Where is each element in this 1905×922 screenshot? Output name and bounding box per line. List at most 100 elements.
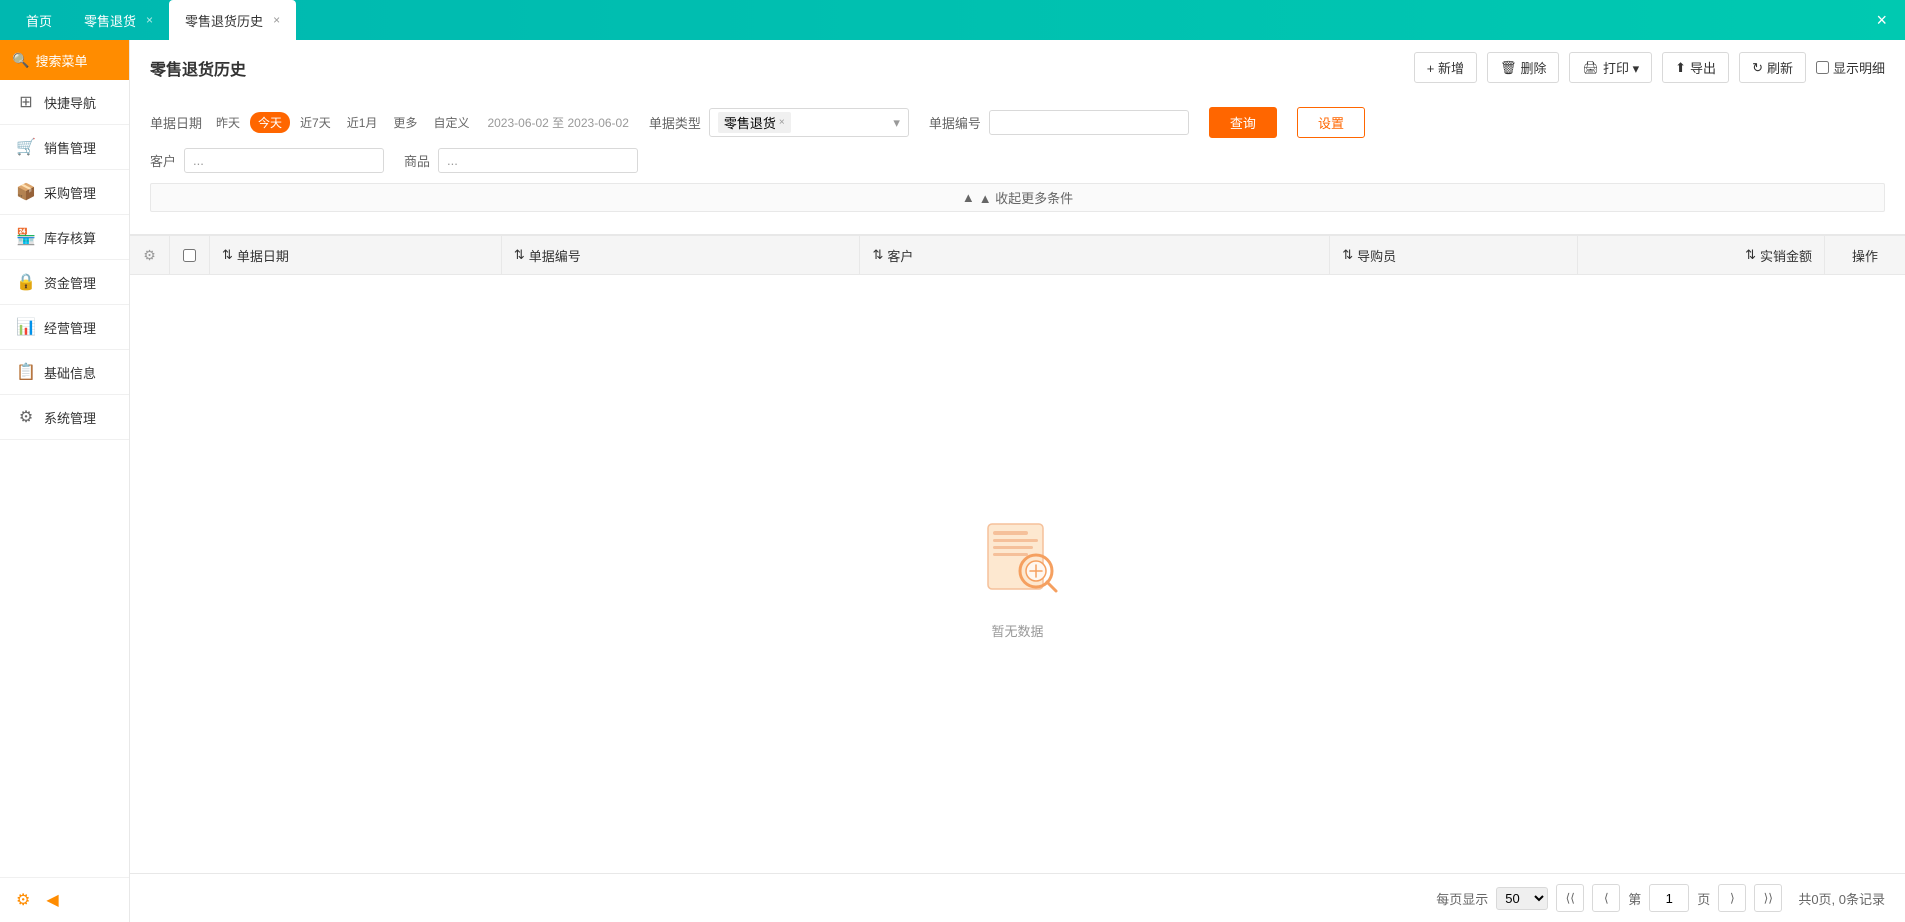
- window-close-icon[interactable]: ×: [1868, 10, 1895, 31]
- type-dropdown-icon[interactable]: ▾: [893, 115, 900, 131]
- page-word-suffix: 页: [1697, 889, 1710, 908]
- tab-retail-return-close[interactable]: ×: [146, 13, 153, 27]
- tab-home-label: 首页: [26, 11, 52, 30]
- sort-date-icon[interactable]: ⇅: [222, 247, 233, 263]
- collapse-label: ▲ 收起更多条件: [979, 188, 1073, 207]
- page-title: 零售退货历史: [150, 56, 246, 80]
- page-prev-button[interactable]: ⟨: [1592, 884, 1620, 912]
- system-icon: ⚙: [16, 407, 36, 427]
- num-filter-label: 单据编号: [929, 113, 981, 132]
- page-summary: 共0页, 0条记录: [1798, 889, 1885, 908]
- th-check: [170, 236, 210, 274]
- sort-amount-icon[interactable]: ⇅: [1745, 247, 1756, 263]
- filter-row-2: 客户 ... 商品 ...: [150, 148, 1885, 173]
- collapse-icon: ▲: [962, 190, 975, 205]
- th-guide: ⇅ 导购员: [1330, 236, 1577, 274]
- inventory-label: 库存核算: [44, 228, 96, 247]
- collapse-row: ▲ ▲ 收起更多条件: [150, 183, 1885, 212]
- th-settings: ⚙: [130, 236, 170, 274]
- goods-filter-input[interactable]: ...: [438, 148, 638, 173]
- sidebar-item-system[interactable]: ⚙ 系统管理: [0, 395, 129, 440]
- page-first-button[interactable]: ⟨⟨: [1556, 884, 1584, 912]
- tab-retail-return-history[interactable]: 零售退货历史 ×: [169, 0, 296, 40]
- basic-label: 基础信息: [44, 363, 96, 382]
- display-checkbox[interactable]: [1816, 61, 1829, 74]
- th-customer: ⇅ 客户: [860, 236, 1330, 274]
- sort-num-icon[interactable]: ⇅: [514, 247, 525, 263]
- purchase-icon: 📦: [16, 182, 36, 202]
- display-toggle[interactable]: 显示明细: [1816, 58, 1885, 77]
- content-area: 零售退货历史 + 新增 🗑 删除 🖨 打印 ▾ ⬆: [130, 40, 1905, 922]
- refresh-icon: ↻: [1752, 60, 1763, 76]
- table-header: ⚙ ⇅ 单据日期 ⇅ 单据编号 ⇅ 客户 ⇅: [130, 235, 1905, 275]
- th-amount: ⇅ 实销金额: [1578, 236, 1825, 274]
- date-opt-7days[interactable]: 近7天: [294, 112, 337, 133]
- sidebar-item-inventory[interactable]: 🏪 库存核算: [0, 215, 129, 260]
- delete-button[interactable]: 🗑 删除: [1487, 52, 1560, 83]
- search-bar[interactable]: 🔍 搜索菜单: [0, 40, 129, 80]
- settings-bottom-icon[interactable]: ⚙: [16, 890, 30, 910]
- date-opt-today[interactable]: 今天: [250, 112, 290, 133]
- sidebar-item-operation[interactable]: 📊 经营管理: [0, 305, 129, 350]
- sort-guide-icon[interactable]: ⇅: [1342, 247, 1353, 263]
- filter-area: 单据日期 昨天 今天 近7天 近1月 更多 自定义 2023-06-02 至 2…: [150, 95, 1885, 234]
- page-last-button[interactable]: ⟩⟩: [1754, 884, 1782, 912]
- empty-illustration: [968, 509, 1068, 609]
- collapse-button[interactable]: ▲ ▲ 收起更多条件: [150, 183, 1885, 212]
- th-guide-label: 导购员: [1357, 246, 1396, 265]
- tab-retail-return[interactable]: 零售退货 ×: [68, 0, 169, 40]
- type-tag-close[interactable]: ×: [779, 117, 785, 128]
- date-opt-custom[interactable]: 自定义: [427, 112, 475, 133]
- tab-home[interactable]: 首页: [10, 0, 68, 40]
- basic-icon: 📋: [16, 362, 36, 382]
- collapse-sidebar-icon[interactable]: ◀: [46, 890, 58, 910]
- tab-retail-return-history-close[interactable]: ×: [273, 13, 280, 27]
- date-opt-1month[interactable]: 近1月: [341, 112, 384, 133]
- customer-filter-input[interactable]: ...: [184, 148, 384, 173]
- sidebar-item-finance[interactable]: 🔒 资金管理: [0, 260, 129, 305]
- page-title-row: 零售退货历史 + 新增 🗑 删除 🖨 打印 ▾ ⬆: [150, 52, 1885, 83]
- tab-retail-return-label: 零售退货: [84, 11, 136, 30]
- customer-filter-label: 客户: [150, 151, 176, 170]
- date-opt-yesterday[interactable]: 昨天: [210, 112, 246, 133]
- page-header: 零售退货历史 + 新增 🗑 删除 🖨 打印 ▾ ⬆: [130, 40, 1905, 235]
- operation-label: 经营管理: [44, 318, 96, 337]
- page-input[interactable]: [1649, 884, 1689, 912]
- num-filter-input[interactable]: [989, 110, 1189, 135]
- empty-state: 暂无数据: [130, 275, 1905, 873]
- sidebar-item-basic[interactable]: 📋 基础信息: [0, 350, 129, 395]
- add-button[interactable]: + 新增: [1414, 52, 1477, 83]
- page-size-select[interactable]: 10 20 50 100: [1496, 887, 1548, 910]
- table-gear-icon[interactable]: ⚙: [143, 247, 156, 264]
- quick-nav-label: 快捷导航: [44, 93, 96, 112]
- quick-nav-icon: ⊞: [16, 92, 36, 112]
- sidebar-item-sales[interactable]: 🛒 销售管理: [0, 125, 129, 170]
- refresh-button[interactable]: ↻ 刷新: [1739, 52, 1806, 83]
- toolbar: + 新增 🗑 删除 🖨 打印 ▾ ⬆ 导出 ↻: [1414, 52, 1885, 83]
- query-button[interactable]: 查询: [1209, 107, 1277, 138]
- tab-retail-return-history-label: 零售退货历史: [185, 11, 263, 30]
- print-icon: 🖨: [1582, 60, 1599, 76]
- th-customer-label: 客户: [887, 246, 913, 265]
- sort-customer-icon[interactable]: ⇅: [872, 247, 883, 263]
- export-button[interactable]: ⬆ 导出: [1662, 52, 1729, 83]
- select-all-checkbox[interactable]: [183, 249, 196, 262]
- goods-filter-label: 商品: [404, 151, 430, 170]
- export-icon: ⬆: [1675, 60, 1686, 76]
- date-opt-more[interactable]: 更多: [387, 112, 423, 133]
- page-word-label: 第: [1628, 889, 1641, 908]
- type-tag-value: 零售退货: [724, 113, 776, 132]
- refresh-button-label: 刷新: [1767, 58, 1793, 77]
- type-filter-box[interactable]: 零售退货 × ▾: [709, 108, 909, 137]
- print-button[interactable]: 🖨 打印 ▾: [1569, 52, 1652, 83]
- th-date-label: 单据日期: [237, 246, 289, 265]
- print-button-label: 打印 ▾: [1603, 58, 1639, 77]
- top-bar-right: ×: [1868, 10, 1895, 31]
- page-next-button[interactable]: ⟩: [1718, 884, 1746, 912]
- type-filter-label: 单据类型: [649, 113, 701, 132]
- main-layout: 🔍 搜索菜单 ⊞ 快捷导航 🛒 销售管理 📦 采购管理 🏪 库存核算 🔒 资金管…: [0, 40, 1905, 922]
- filter-customer: 客户 ...: [150, 148, 384, 173]
- setting-button[interactable]: 设置: [1297, 107, 1365, 138]
- sidebar-item-quick-nav[interactable]: ⊞ 快捷导航: [0, 80, 129, 125]
- sidebar-item-purchase[interactable]: 📦 采购管理: [0, 170, 129, 215]
